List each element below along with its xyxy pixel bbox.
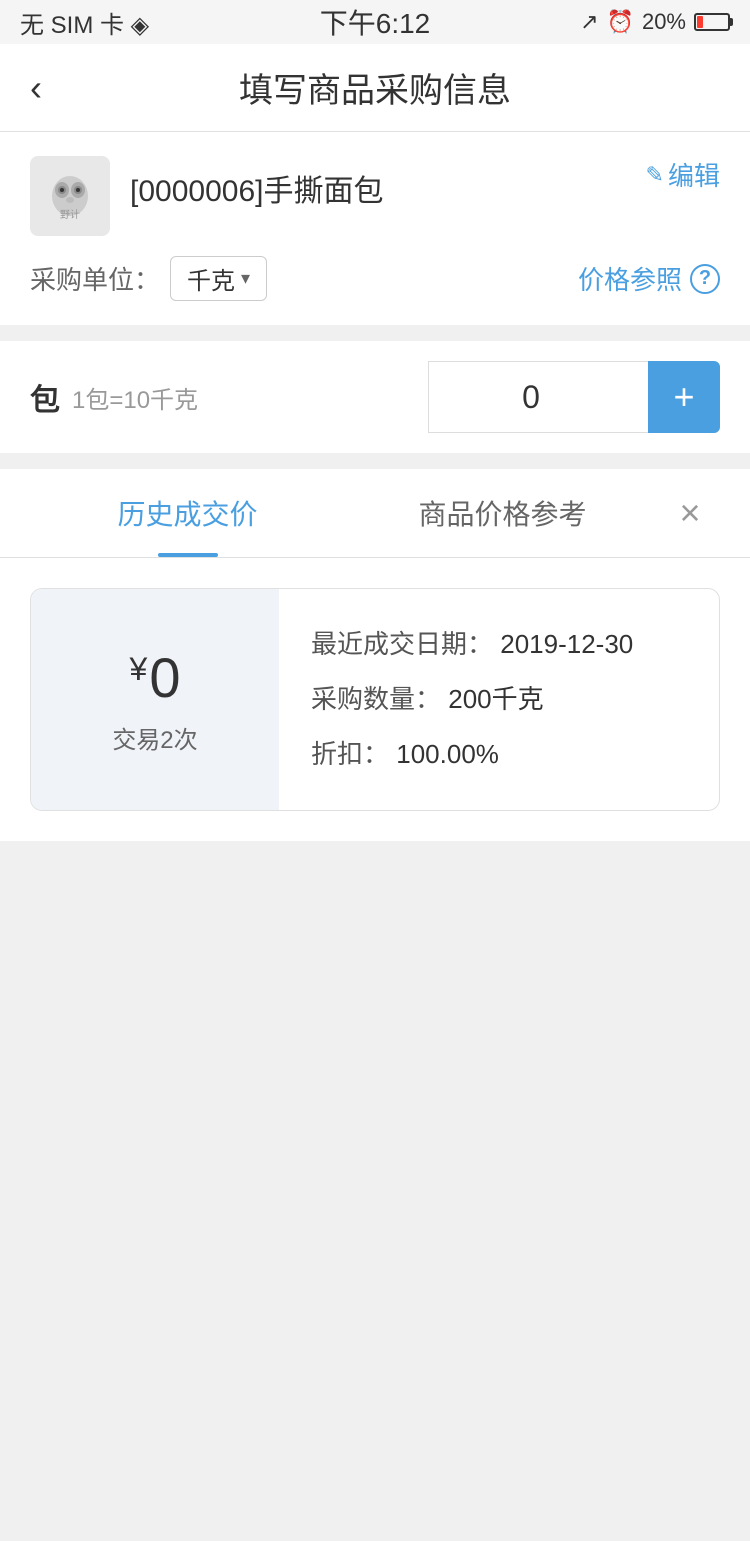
tab-price-reference[interactable]: 商品价格参考 — [345, 469, 660, 557]
main-content-background — [0, 841, 750, 1541]
dropdown-arrow-icon: ▾ — [241, 268, 250, 289]
quantity-input[interactable] — [428, 361, 648, 433]
quantity-unit-convert: 1包=10千克 — [72, 380, 198, 415]
edit-button[interactable]: ✎ 编辑 — [646, 156, 720, 193]
unit-label-text: 采购单位： — [30, 260, 160, 297]
history-price-section: ¥ 0 交易2次 最近成交日期： 2019-12-30 采购数量： 200千克 … — [0, 558, 750, 841]
product-unit-row: 采购单位： 千克 ▾ 价格参照 ? — [30, 256, 720, 301]
tab-close-button[interactable]: × — [660, 483, 720, 543]
recent-date-label: 最近成交日期： — [311, 629, 493, 659]
sim-status: 无 SIM 卡 ◈ — [20, 5, 149, 40]
unit-label: 采购单位： 千克 ▾ — [30, 256, 267, 301]
quantity-unit-name: 包 — [30, 375, 60, 419]
battery-fill — [697, 16, 703, 28]
unit-value: 千克 — [187, 261, 235, 296]
status-right: ↗ ⏰ 20% — [580, 9, 730, 35]
discount-label: 折扣： — [311, 739, 389, 769]
quantity-section: 包 1包=10千克 + — [0, 341, 750, 453]
purchase-quantity-row: 采购数量： 200千克 — [311, 680, 687, 719]
product-left: 野计 [0000006]手撕面包 — [30, 156, 383, 236]
status-time: 下午6:12 — [320, 2, 431, 42]
currency-symbol: ¥ — [130, 651, 148, 688]
battery-body — [694, 13, 730, 31]
price-reference-button[interactable]: 价格参照 ? — [578, 260, 720, 297]
product-header: 野计 [0000006]手撕面包 ✎ 编辑 — [30, 156, 720, 236]
location-icon: ↗ — [580, 9, 598, 35]
tab-history-label: 历史成交价 — [117, 493, 257, 533]
recent-date-row: 最近成交日期： 2019-12-30 — [311, 625, 687, 664]
tab-price-ref-label: 商品价格参考 — [418, 493, 586, 533]
recent-date-value: 2019-12-30 — [500, 629, 633, 659]
back-button[interactable]: ‹ — [20, 57, 52, 119]
price-card-right: 最近成交日期： 2019-12-30 采购数量： 200千克 折扣： 100.0… — [279, 589, 719, 810]
edit-icon: ✎ — [646, 162, 664, 188]
battery-indicator — [694, 13, 730, 31]
price-card: ¥ 0 交易2次 最近成交日期： 2019-12-30 采购数量： 200千克 … — [30, 588, 720, 811]
info-icon: ? — [690, 264, 720, 294]
page-title: 填写商品采购信息 — [239, 63, 511, 112]
quantity-label: 包 1包=10千克 — [30, 375, 198, 419]
price-value: 0 — [149, 645, 180, 710]
quantity-input-group: + — [428, 361, 720, 433]
purchase-quantity-value: 200千克 — [448, 684, 543, 714]
trade-count: 交易2次 — [112, 720, 197, 755]
price-card-left: ¥ 0 交易2次 — [31, 589, 279, 810]
tab-active-indicator — [158, 553, 218, 557]
status-bar: 无 SIM 卡 ◈ 下午6:12 ↗ ⏰ 20% — [0, 0, 750, 44]
price-display: ¥ 0 — [130, 645, 181, 710]
section-divider — [0, 325, 750, 341]
product-logo: 野计 — [40, 164, 100, 229]
edit-label: 编辑 — [668, 156, 720, 193]
tabs-header: 历史成交价 商品价格参考 × — [30, 469, 720, 557]
product-section: 野计 [0000006]手撕面包 ✎ 编辑 采购单位： 千克 ▾ 价格参照 ? — [0, 132, 750, 325]
tabs-section: 历史成交价 商品价格参考 × — [0, 469, 750, 558]
status-left: 无 SIM 卡 ◈ — [20, 5, 149, 40]
nav-bar: ‹ 填写商品采购信息 — [0, 44, 750, 132]
svg-text:野计: 野计 — [60, 208, 80, 221]
product-thumbnail: 野计 — [30, 156, 110, 236]
discount-row: 折扣： 100.00% — [311, 735, 687, 774]
unit-selector[interactable]: 千克 ▾ — [170, 256, 267, 301]
product-name: [0000006]手撕面包 — [130, 156, 383, 210]
discount-value: 100.00% — [396, 739, 499, 769]
tab-history-price[interactable]: 历史成交价 — [30, 469, 345, 557]
purchase-quantity-label: 采购数量： — [311, 684, 441, 714]
battery-percent: 20% — [642, 9, 686, 35]
alarm-icon: ⏰ — [607, 9, 634, 35]
quantity-plus-button[interactable]: + — [648, 361, 720, 433]
price-ref-label: 价格参照 — [578, 260, 682, 297]
